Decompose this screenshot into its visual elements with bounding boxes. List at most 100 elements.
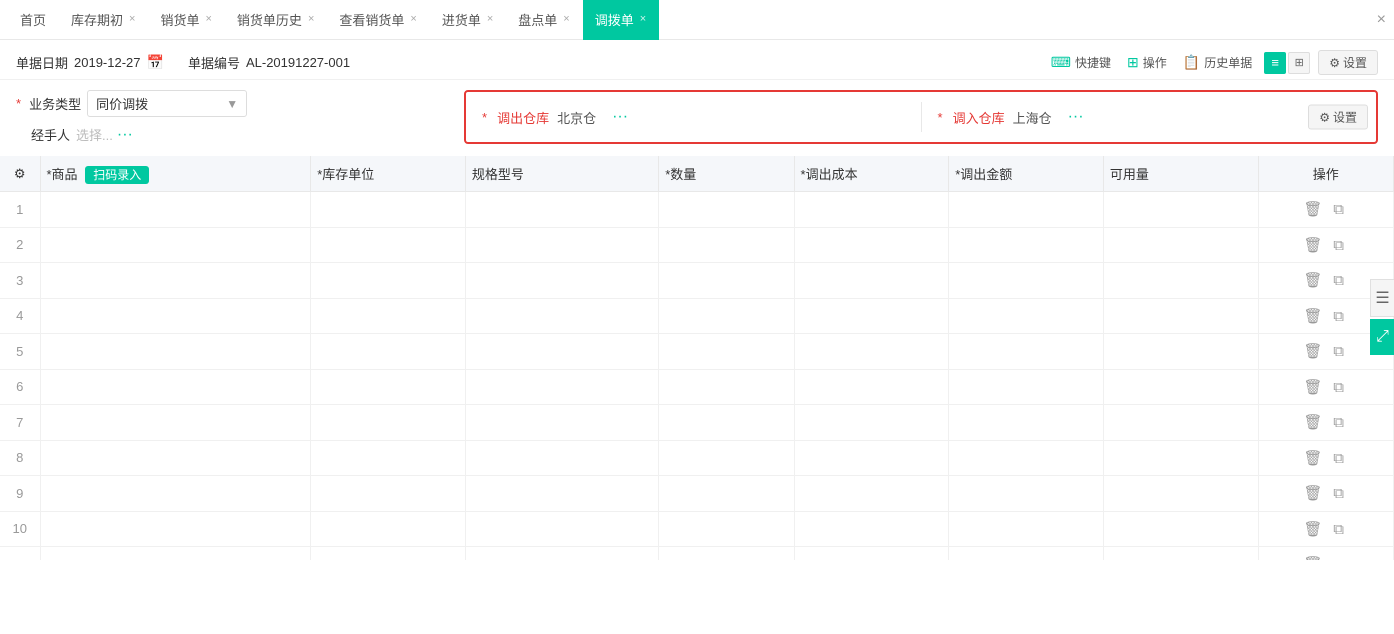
row-qty[interactable] — [659, 405, 794, 441]
row-avail[interactable] — [1103, 227, 1258, 263]
row-spec[interactable] — [465, 440, 658, 476]
person-more-icon[interactable]: ··· — [117, 126, 133, 144]
row-cost[interactable] — [794, 263, 949, 299]
col-header-gear[interactable]: ⚙ — [0, 156, 40, 192]
row-avail[interactable] — [1103, 334, 1258, 370]
warehouse-settings-btn[interactable]: ⚙ 设置 — [1308, 105, 1368, 130]
row-spec[interactable] — [465, 298, 658, 334]
row-qty[interactable] — [659, 298, 794, 334]
history-btn[interactable]: 📋 历史单据 — [1179, 52, 1256, 73]
row-spec[interactable] — [465, 192, 658, 228]
row-qty[interactable] — [659, 511, 794, 547]
copy-btn[interactable]: ⧉ — [1328, 447, 1350, 469]
row-unit[interactable] — [311, 369, 466, 405]
row-spec[interactable] — [465, 227, 658, 263]
copy-btn[interactable]: ⧉ — [1328, 270, 1350, 292]
row-cost[interactable] — [794, 405, 949, 441]
row-avail[interactable] — [1103, 192, 1258, 228]
tab-view-sales[interactable]: 查看销货单 × — [327, 0, 429, 40]
tab-home[interactable]: 首页 — [8, 0, 59, 40]
copy-btn[interactable]: ⧉ — [1328, 483, 1350, 505]
row-amount[interactable] — [949, 298, 1104, 334]
side-list-btn[interactable]: ☰ — [1370, 279, 1394, 317]
tab-sales-history[interactable]: 销货单历史 × — [225, 0, 327, 40]
delete-btn[interactable]: 🗑 — [1302, 411, 1324, 433]
tab-sales-order[interactable]: 销货单 × — [148, 0, 224, 40]
row-cost[interactable] — [794, 440, 949, 476]
tab-sales-history-close[interactable]: × — [308, 14, 314, 25]
row-avail[interactable] — [1103, 476, 1258, 512]
row-spec[interactable] — [465, 263, 658, 299]
row-amount[interactable] — [949, 405, 1104, 441]
row-unit[interactable] — [311, 547, 466, 561]
business-type-select[interactable]: 同价调拨 ▼ — [87, 90, 247, 117]
row-amount[interactable] — [949, 511, 1104, 547]
row-unit[interactable] — [311, 476, 466, 512]
operations-btn[interactable]: ⊞ 操作 — [1123, 52, 1171, 73]
row-amount[interactable] — [949, 227, 1104, 263]
delete-btn[interactable]: 🗑 — [1302, 305, 1324, 327]
copy-btn[interactable]: ⧉ — [1328, 554, 1350, 561]
row-goods[interactable] — [40, 369, 311, 405]
row-qty[interactable] — [659, 440, 794, 476]
row-qty[interactable] — [659, 369, 794, 405]
row-amount[interactable] — [949, 369, 1104, 405]
row-amount[interactable] — [949, 547, 1104, 561]
row-avail[interactable] — [1103, 440, 1258, 476]
row-goods[interactable] — [40, 334, 311, 370]
tab-stocktake[interactable]: 盘点单 × — [506, 0, 582, 40]
copy-btn[interactable]: ⧉ — [1328, 412, 1350, 434]
row-cost[interactable] — [794, 369, 949, 405]
row-goods[interactable] — [40, 405, 311, 441]
delete-btn[interactable]: 🗑 — [1302, 376, 1324, 398]
copy-btn[interactable]: ⧉ — [1328, 518, 1350, 540]
row-spec[interactable] — [465, 334, 658, 370]
scan-btn[interactable]: 扫码录入 — [85, 166, 149, 184]
copy-btn[interactable]: ⧉ — [1328, 199, 1350, 221]
transfer-out-more-icon[interactable]: ··· — [612, 108, 628, 126]
tab-purchase-order-close[interactable]: × — [487, 14, 493, 25]
row-goods[interactable] — [40, 511, 311, 547]
row-unit[interactable] — [311, 298, 466, 334]
delete-btn[interactable]: 🗑 — [1302, 234, 1324, 256]
tab-purchase-order[interactable]: 进货单 × — [430, 0, 506, 40]
window-close-btn[interactable]: × — [1377, 11, 1386, 29]
delete-btn[interactable]: 🗑 — [1302, 553, 1324, 560]
row-amount[interactable] — [949, 334, 1104, 370]
calendar-icon[interactable]: 📅 — [147, 54, 164, 71]
tab-sales-order-close[interactable]: × — [205, 14, 211, 25]
tab-inventory-init[interactable]: 库存期初 × — [59, 0, 148, 40]
delete-btn[interactable]: 🗑 — [1302, 269, 1324, 291]
copy-btn[interactable]: ⧉ — [1328, 376, 1350, 398]
row-amount[interactable] — [949, 440, 1104, 476]
row-unit[interactable] — [311, 405, 466, 441]
row-goods[interactable] — [40, 547, 311, 561]
row-cost[interactable] — [794, 547, 949, 561]
tab-view-sales-close[interactable]: × — [410, 14, 416, 25]
row-qty[interactable] — [659, 476, 794, 512]
row-cost[interactable] — [794, 298, 949, 334]
delete-btn[interactable]: 🗑 — [1302, 447, 1324, 469]
row-unit[interactable] — [311, 511, 466, 547]
row-goods[interactable] — [40, 192, 311, 228]
delete-btn[interactable]: 🗑 — [1302, 340, 1324, 362]
copy-btn[interactable]: ⧉ — [1328, 305, 1350, 327]
row-goods[interactable] — [40, 440, 311, 476]
settings-btn[interactable]: ⚙ 设置 — [1318, 50, 1378, 75]
tab-transfer-close[interactable]: × — [640, 14, 646, 25]
delete-btn[interactable]: 🗑 — [1302, 518, 1324, 540]
row-goods[interactable] — [40, 476, 311, 512]
copy-btn[interactable]: ⧉ — [1328, 234, 1350, 256]
person-select[interactable]: 选择... ··· — [76, 125, 133, 144]
side-expand-btn[interactable]: ⤢ — [1370, 319, 1394, 355]
row-avail[interactable] — [1103, 547, 1258, 561]
tab-inventory-init-close[interactable]: × — [129, 14, 135, 25]
copy-btn[interactable]: ⧉ — [1328, 341, 1350, 363]
row-unit[interactable] — [311, 334, 466, 370]
row-spec[interactable] — [465, 547, 658, 561]
row-avail[interactable] — [1103, 369, 1258, 405]
row-unit[interactable] — [311, 263, 466, 299]
row-avail[interactable] — [1103, 298, 1258, 334]
tab-stocktake-close[interactable]: × — [563, 14, 569, 25]
row-avail[interactable] — [1103, 263, 1258, 299]
